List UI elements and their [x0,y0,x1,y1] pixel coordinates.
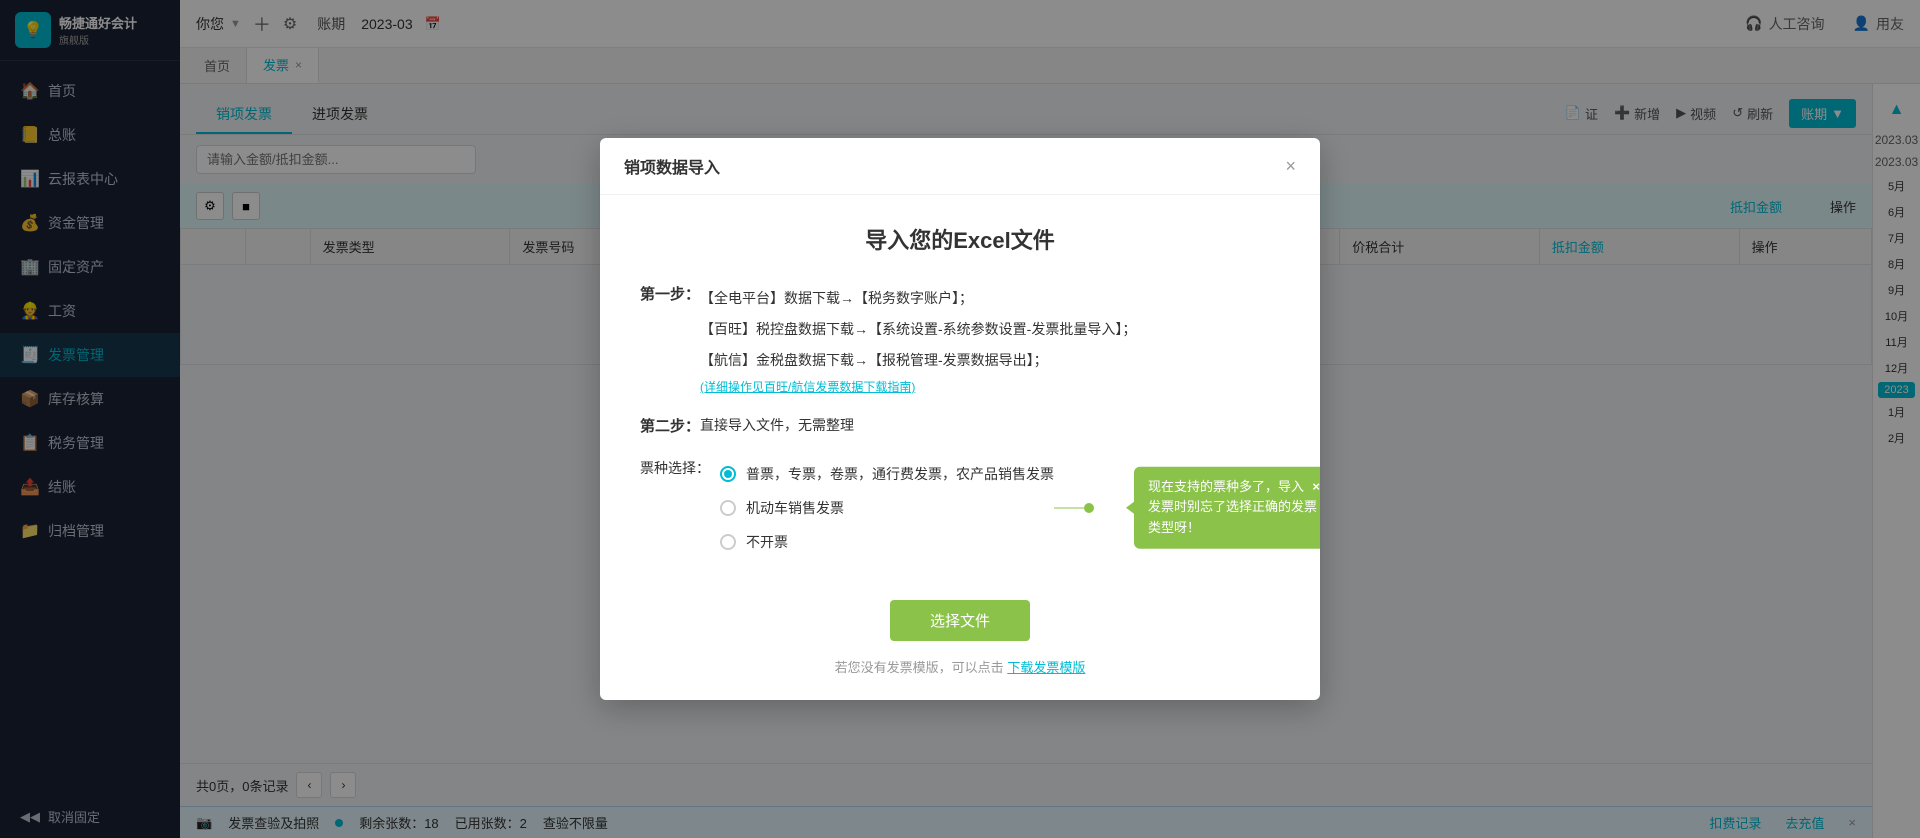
step2-label: 第二步： [640,415,700,436]
radio-label-1: 普票，专票，卷票，通行费发票，农产品销售发票 [746,464,1054,484]
step1-block: 第一步： 【全电平台】数据下载→【税务数字账户】； 【百旺】税控盘数据下载→【系… [640,283,1280,394]
step1-line3: 【航信】金税盘数据下载→【报税管理-发票数据导出】； [700,345,1136,376]
tooltip-content: 现在支持的票种多了，导入发票时别忘了选择正确的发票类型呀！ [1148,478,1317,535]
step1-label: 第一步： [640,283,700,304]
modal-header: 销项数据导入 × [600,138,1320,195]
tooltip-bubble: × 现在支持的票种多了，导入发票时别忘了选择正确的发票类型呀！ [1134,466,1320,548]
step2-content: 直接导入文件，无需整理 [700,415,854,435]
modal-overlay: 销项数据导入 × 导入您的Excel文件 第一步： 【全电平台】数据下载→【税务… [0,0,1920,838]
radio-option-3[interactable]: 不开票 [720,532,1054,552]
modal-body: 导入您的Excel文件 第一步： 【全电平台】数据下载→【税务数字账户】； 【百… [600,195,1320,699]
radio-section: 票种选择： 普票，专票，卷票，通行费发票，农产品销售发票 机动车销售发票 [640,456,1280,576]
step2-block: 第二步： 直接导入文件，无需整理 [640,415,1280,436]
select-file-button[interactable]: 选择文件 [890,600,1030,641]
tooltip-line [1054,507,1094,508]
step1-line2: 【百旺】税控盘数据下载→【系统设置-系统参数设置-发票批量导入】； [700,314,1136,345]
radio-option-1[interactable]: 普票，专票，卷票，通行费发票，农产品销售发票 [720,464,1054,484]
tooltip-arrow [1126,502,1134,514]
radio-circle-3 [720,534,736,550]
radio-label-3: 不开票 [746,532,788,552]
tooltip-close-btn[interactable]: × [1312,476,1320,497]
step1-line1: 【全电平台】数据下载→【税务数字账户】； [700,283,1136,314]
radio-circle-1 [720,466,736,482]
step1-content: 【全电平台】数据下载→【税务数字账户】； 【百旺】税控盘数据下载→【系统设置-系… [700,283,1136,394]
step1-guide-link[interactable]: (详细操作见百旺/航信发票数据下载指南) [700,380,915,394]
radio-group: 普票，专票，卷票，通行费发票，农产品销售发票 机动车销售发票 × 现在支持的票种… [720,464,1054,552]
modal-main-title: 导入您的Excel文件 [640,223,1280,255]
import-modal: 销项数据导入 × 导入您的Excel文件 第一步： 【全电平台】数据下载→【税务… [600,138,1320,699]
ticket-select-label: 票种选择： [640,456,720,478]
radio-label-2: 机动车销售发票 [746,498,844,518]
modal-title: 销项数据导入 [624,154,720,178]
modal-close-button[interactable]: × [1285,156,1296,177]
radio-circle-2 [720,500,736,516]
footer-text: 若您没有发票模版，可以点击 [835,660,1004,675]
modal-footer: 若您没有发票模版，可以点击 下载发票模版 [640,657,1280,676]
radio-option-2[interactable]: 机动车销售发票 × 现在支持的票种多了，导入发票时别忘了选择正确的发票类型呀！ [720,498,1054,518]
download-template-link[interactable]: 下载发票模版 [1007,660,1085,675]
